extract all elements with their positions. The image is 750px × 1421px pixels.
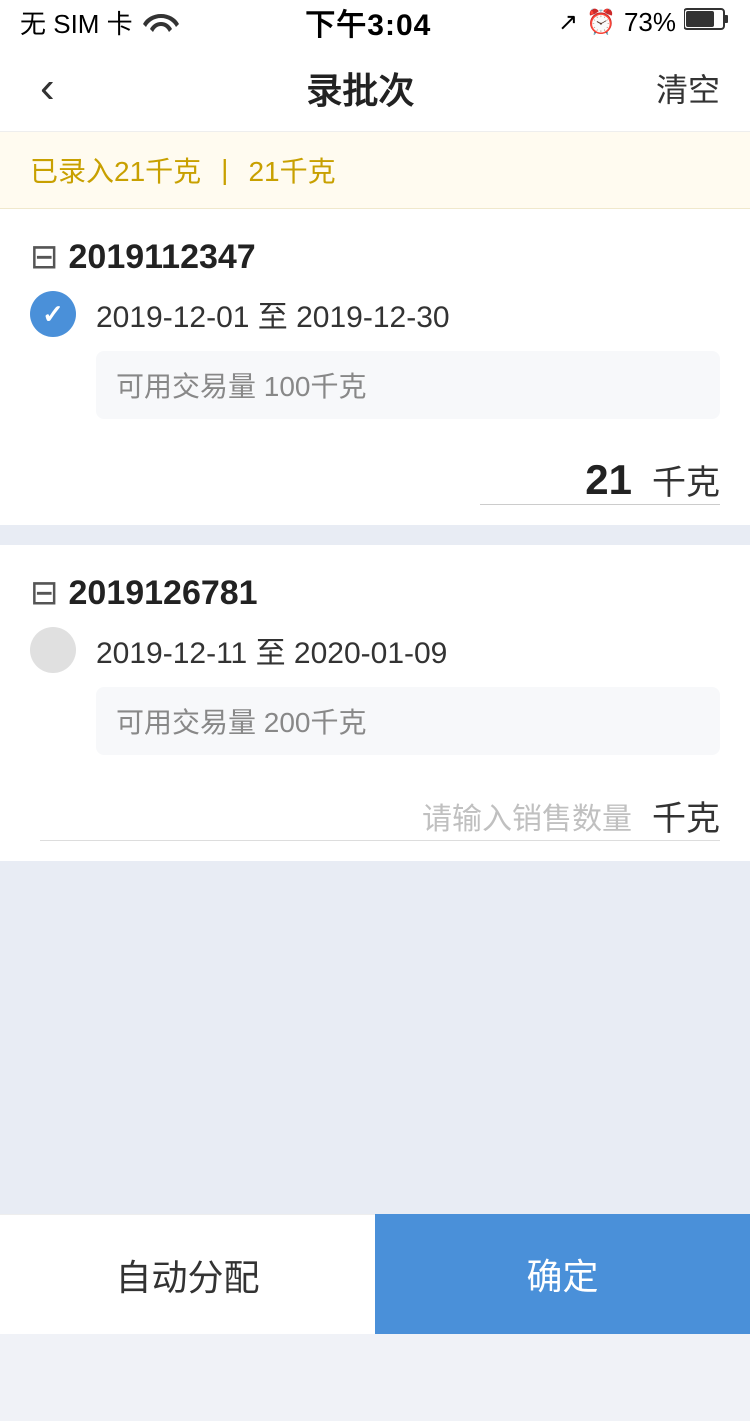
batch-id-row-2: ⊟ 2019126781 bbox=[30, 573, 720, 613]
status-bar: 无 SIM 卡 下午3:04 ↗ ⏰ 73% bbox=[0, 0, 750, 44]
amount-underline-2 bbox=[40, 840, 720, 841]
batch-quota-2: 可用交易量 200千克 bbox=[96, 687, 720, 755]
amount-value-1: 21 bbox=[585, 456, 632, 504]
batch-checkbox-1[interactable]: ✓ bbox=[30, 291, 76, 337]
page-title: 录批次 bbox=[306, 62, 414, 114]
batch-item-2-content: ⊟ 2019126781 2019-12-11 至 2020-01-09 可用交… bbox=[0, 545, 750, 775]
checkmark-icon-1: ✓ bbox=[42, 299, 64, 330]
status-right: ↗ ⏰ 73% bbox=[558, 7, 730, 38]
info-divider: | bbox=[221, 154, 228, 186]
amount-underline-row-2 bbox=[0, 840, 750, 861]
batch-checkbox-2[interactable] bbox=[30, 627, 76, 673]
amount-unit-1: 千克 bbox=[652, 455, 720, 504]
batch-item-2: ⊟ 2019126781 2019-12-11 至 2020-01-09 可用交… bbox=[0, 545, 750, 861]
batch-file-icon-1: ⊟ bbox=[30, 237, 59, 277]
info-bar: 已录入21千克 | 21千克 bbox=[0, 132, 750, 209]
batch-id-row-1: ⊟ 2019112347 bbox=[30, 237, 720, 277]
batch-date-row-1[interactable]: ✓ 2019-12-01 至 2019-12-30 bbox=[30, 291, 720, 337]
batch-item-1: ⊟ 2019112347 ✓ 2019-12-01 至 2019-12-30 可… bbox=[0, 209, 750, 525]
batch-quota-1: 可用交易量 100千克 bbox=[96, 351, 720, 419]
nav-bar: ‹ 录批次 清空 bbox=[0, 44, 750, 132]
recorded-amount: 已录入21千克 bbox=[30, 150, 201, 190]
batch-file-icon-2: ⊟ bbox=[30, 573, 59, 613]
auto-distribute-button[interactable]: 自动分配 bbox=[0, 1214, 375, 1334]
back-button[interactable]: ‹ bbox=[30, 53, 65, 123]
batch-item-1-content: ⊟ 2019112347 ✓ 2019-12-01 至 2019-12-30 可… bbox=[0, 209, 750, 439]
batch-quota-text-1: 可用交易量 100千克 bbox=[116, 371, 367, 402]
amount-input-row-2[interactable]: 请输入销售数量 千克 bbox=[0, 775, 750, 840]
status-time: 下午3:04 bbox=[305, 0, 431, 44]
amount-underline-1 bbox=[480, 504, 720, 505]
batch-quota-text-2: 可用交易量 200千克 bbox=[116, 707, 367, 738]
total-amount: 21千克 bbox=[248, 150, 335, 190]
bottom-bar: 自动分配 确定 bbox=[0, 1214, 750, 1334]
alarm-icon: ⏰ bbox=[586, 8, 616, 37]
location-icon: ↗ bbox=[558, 8, 578, 37]
batch-date-row-2[interactable]: 2019-12-11 至 2020-01-09 bbox=[30, 627, 720, 673]
status-left: 无 SIM 卡 bbox=[20, 4, 179, 41]
confirm-button[interactable]: 确定 bbox=[375, 1214, 750, 1334]
batch-id-text-1: 2019112347 bbox=[69, 238, 256, 277]
section-divider bbox=[0, 525, 750, 545]
amount-underline-row-1 bbox=[0, 504, 750, 525]
no-sim-text: 无 SIM 卡 bbox=[20, 4, 133, 41]
amount-row-1: 21 千克 bbox=[0, 439, 750, 504]
amount-placeholder-2: 请输入销售数量 bbox=[30, 794, 632, 838]
batch-date-text-2: 2019-12-11 至 2020-01-09 bbox=[96, 628, 447, 672]
batch-date-text-1: 2019-12-01 至 2019-12-30 bbox=[96, 292, 450, 336]
amount-unit-2: 千克 bbox=[652, 791, 720, 840]
clear-button[interactable]: 清空 bbox=[656, 65, 720, 111]
batch-id-text-2: 2019126781 bbox=[69, 574, 258, 613]
battery-icon bbox=[684, 7, 730, 38]
battery-text: 73% bbox=[624, 7, 676, 38]
wifi-icon bbox=[143, 6, 179, 39]
